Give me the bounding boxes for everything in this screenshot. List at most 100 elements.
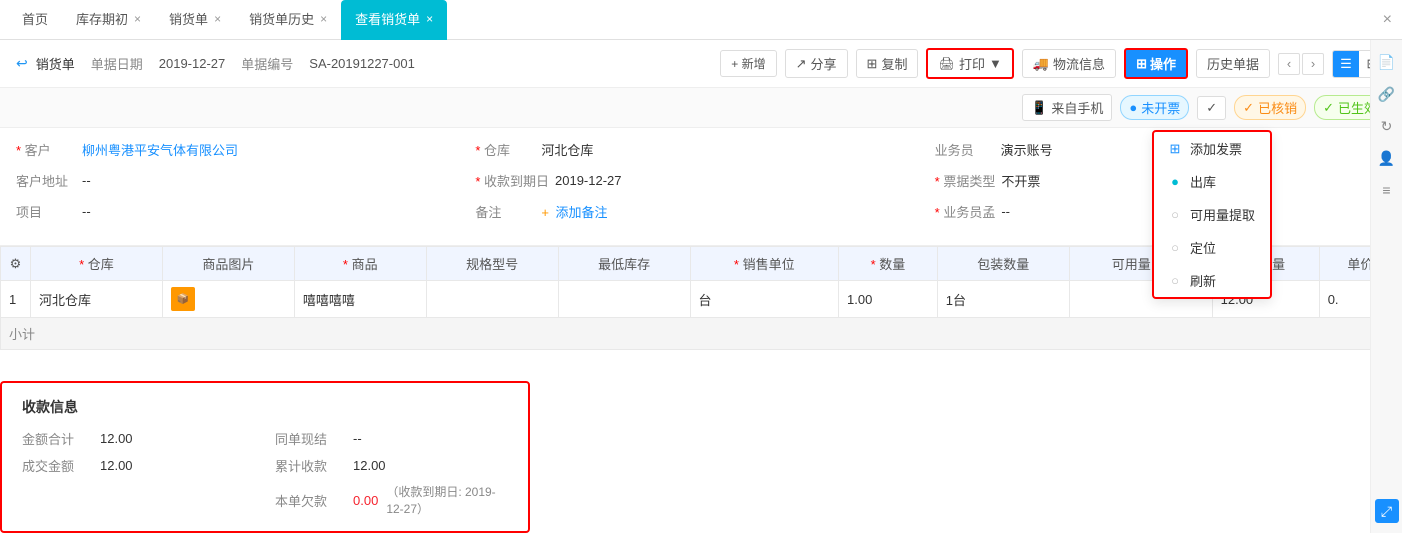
tab-sales-order-close[interactable]: × [214, 12, 221, 26]
product-image: 📦 [171, 287, 195, 311]
row-unit: 台 [690, 281, 838, 318]
tab-home[interactable]: 首页 [8, 0, 62, 40]
next-doc-button[interactable]: › [1302, 53, 1324, 75]
share-button[interactable]: ↗ 分享 [785, 49, 848, 78]
tab-view-sales-label: 查看销货单 [355, 9, 420, 28]
due-date-hint: （收款到期日: 2019-12-27） [386, 483, 508, 517]
add-remark-link[interactable]: + 添加备注 [541, 202, 607, 221]
sidebar-link-icon[interactable]: 🔗 [1375, 82, 1399, 106]
tab-sales-history-label: 销货单历史 [249, 9, 314, 28]
locate-item[interactable]: ○ 定位 [1154, 231, 1270, 264]
sales-staff-label: 业务员孟 [935, 202, 996, 221]
subtotal-row: 小计 [1, 318, 1402, 350]
amount-total-row: 金额合计 12.00 [22, 429, 255, 448]
amount-total-label: 金额合计 [22, 429, 92, 448]
close-all-tabs[interactable]: × [1383, 11, 1392, 29]
print-button[interactable]: 🖨 打印 ▼ [926, 48, 1013, 79]
tab-sales-order-label: 销货单 [169, 9, 208, 28]
ticket-type-value: 不开票 [1001, 171, 1040, 190]
outbound-item[interactable]: ● 出库 [1154, 165, 1270, 198]
doc-number-label: 单据编号 [241, 54, 293, 73]
col-package-qty: 包装数量 [937, 247, 1069, 281]
print-dropdown-icon: ▼ [989, 56, 1002, 71]
confirm-button[interactable]: ✓ [1197, 96, 1226, 120]
current-due-row: 本单欠款 0.00 （收款到期日: 2019-12-27） [275, 483, 508, 517]
col-settings[interactable]: ⚙ [1, 247, 31, 281]
phone-icon: 📱 [1031, 100, 1047, 116]
from-phone-button[interactable]: 📱 来自手机 [1022, 94, 1112, 121]
doc-meta: 单据日期 2019-12-27 单据编号 SA-20191227-001 [91, 54, 415, 73]
tab-inventory-init-close[interactable]: × [134, 12, 141, 26]
share-icon: ↗ [796, 56, 807, 72]
history-button[interactable]: 历史单据 [1196, 49, 1270, 78]
available-qty-item[interactable]: ○ 可用量提取 [1154, 198, 1270, 231]
transaction-amount-row: 成交金额 12.00 [22, 456, 255, 475]
circle-icon-4: ○ [1168, 274, 1182, 288]
logistics-button[interactable]: 🚚 物流信息 [1022, 49, 1116, 78]
tab-sales-history-close[interactable]: × [320, 12, 327, 26]
plus-icon: + [541, 205, 549, 220]
same-order-value: -- [353, 431, 362, 446]
tab-view-sales-close[interactable]: × [426, 12, 433, 26]
new-button[interactable]: + 新增 [720, 50, 776, 77]
row-quantity: 1.00 [839, 281, 938, 318]
doc-type-label: 销货单 [36, 54, 75, 73]
prev-doc-button[interactable]: ‹ [1278, 53, 1300, 75]
row-package-qty: 1台 [937, 281, 1069, 318]
refresh-item[interactable]: ○ 刷新 [1154, 264, 1270, 297]
col-min-stock: 最低库存 [558, 247, 690, 281]
sales-staff-value: -- [1001, 204, 1010, 219]
row-min-stock [558, 281, 690, 318]
right-sidebar: 📄 🔗 ↻ 👤 ≡ ⤢ [1370, 40, 1402, 533]
project-label: 项目 [16, 202, 76, 221]
address-field: 客户地址 -- [16, 171, 467, 190]
tab-view-sales[interactable]: 查看销货单 × [341, 0, 447, 40]
cumulative-payment-row: 累计收款 12.00 [275, 456, 508, 475]
tab-inventory-init-label: 库存期初 [76, 9, 128, 28]
print-icon: 🖨 [938, 56, 955, 72]
operations-dropdown: ⊞ 添加发票 ● 出库 ○ 可用量提取 ○ 定位 ○ 刷新 [1152, 130, 1272, 299]
customer-value[interactable]: 柳州粤港平安气体有限公司 [82, 140, 238, 159]
row-warehouse: 河北仓库 [31, 281, 163, 318]
truck-icon: 🚚 [1033, 56, 1049, 72]
sidebar-refresh-icon[interactable]: ↻ [1375, 114, 1399, 138]
payment-info-title: 收款信息 [22, 397, 508, 417]
doc-header: ↩ 销货单 单据日期 2019-12-27 单据编号 SA-20191227-0… [0, 40, 1402, 88]
grid-icon: ⊞ [1136, 56, 1147, 72]
toolbar-row: 📱 来自手机 ● 未开票 ✓ ✓ 已核销 ✓ 已生效 [0, 88, 1402, 128]
current-due-label: 本单欠款 [275, 491, 345, 510]
nav-arrows: ‹ › [1278, 53, 1324, 75]
copy-button[interactable]: ⊞ 复制 [856, 49, 919, 78]
current-due-value: 0.00 [353, 493, 378, 508]
cumulative-payment-value: 12.00 [353, 458, 386, 473]
list-view-button[interactable]: ☰ [1333, 51, 1359, 77]
address-label: 客户地址 [16, 171, 76, 190]
sidebar-doc-icon[interactable]: 📄 [1375, 50, 1399, 74]
available-qty-label: 可用量提取 [1190, 205, 1255, 224]
tab-inventory-init[interactable]: 库存期初 × [62, 0, 155, 40]
row-seq: 1 [1, 281, 31, 318]
sidebar-list-icon[interactable]: ≡ [1375, 178, 1399, 202]
tab-sales-order[interactable]: 销货单 × [155, 0, 235, 40]
row-image: 📦 [162, 281, 294, 318]
row-product: 嘻嘻嘻嘻 [294, 281, 426, 318]
sidebar-expand-icon[interactable]: ⤢ [1375, 499, 1399, 523]
doc-title-section: ↩ 销货单 [16, 54, 75, 73]
col-warehouse: 仓库 [31, 247, 163, 281]
col-image: 商品图片 [162, 247, 294, 281]
tab-home-label: 首页 [22, 9, 48, 28]
add-invoice-item[interactable]: ⊞ 添加发票 [1154, 132, 1270, 165]
circle-icon-3: ○ [1168, 241, 1182, 255]
doc-number-value: SA-20191227-001 [309, 56, 415, 71]
payment-date-field: 收款到期日 2019-12-27 [475, 171, 926, 190]
payment-date-value: 2019-12-27 [555, 173, 622, 188]
col-spec: 规格型号 [426, 247, 558, 281]
outbound-label: 出库 [1190, 172, 1216, 191]
operations-button[interactable]: ⊞ 操作 [1124, 48, 1188, 79]
circle-dot-icon: ● [1168, 175, 1182, 189]
cumulative-payment-label: 累计收款 [275, 456, 345, 475]
payment-date-label: 收款到期日 [475, 171, 549, 190]
sidebar-user-icon[interactable]: 👤 [1375, 146, 1399, 170]
customer-label: 客户 [16, 140, 76, 159]
tab-sales-history[interactable]: 销货单历史 × [235, 0, 341, 40]
